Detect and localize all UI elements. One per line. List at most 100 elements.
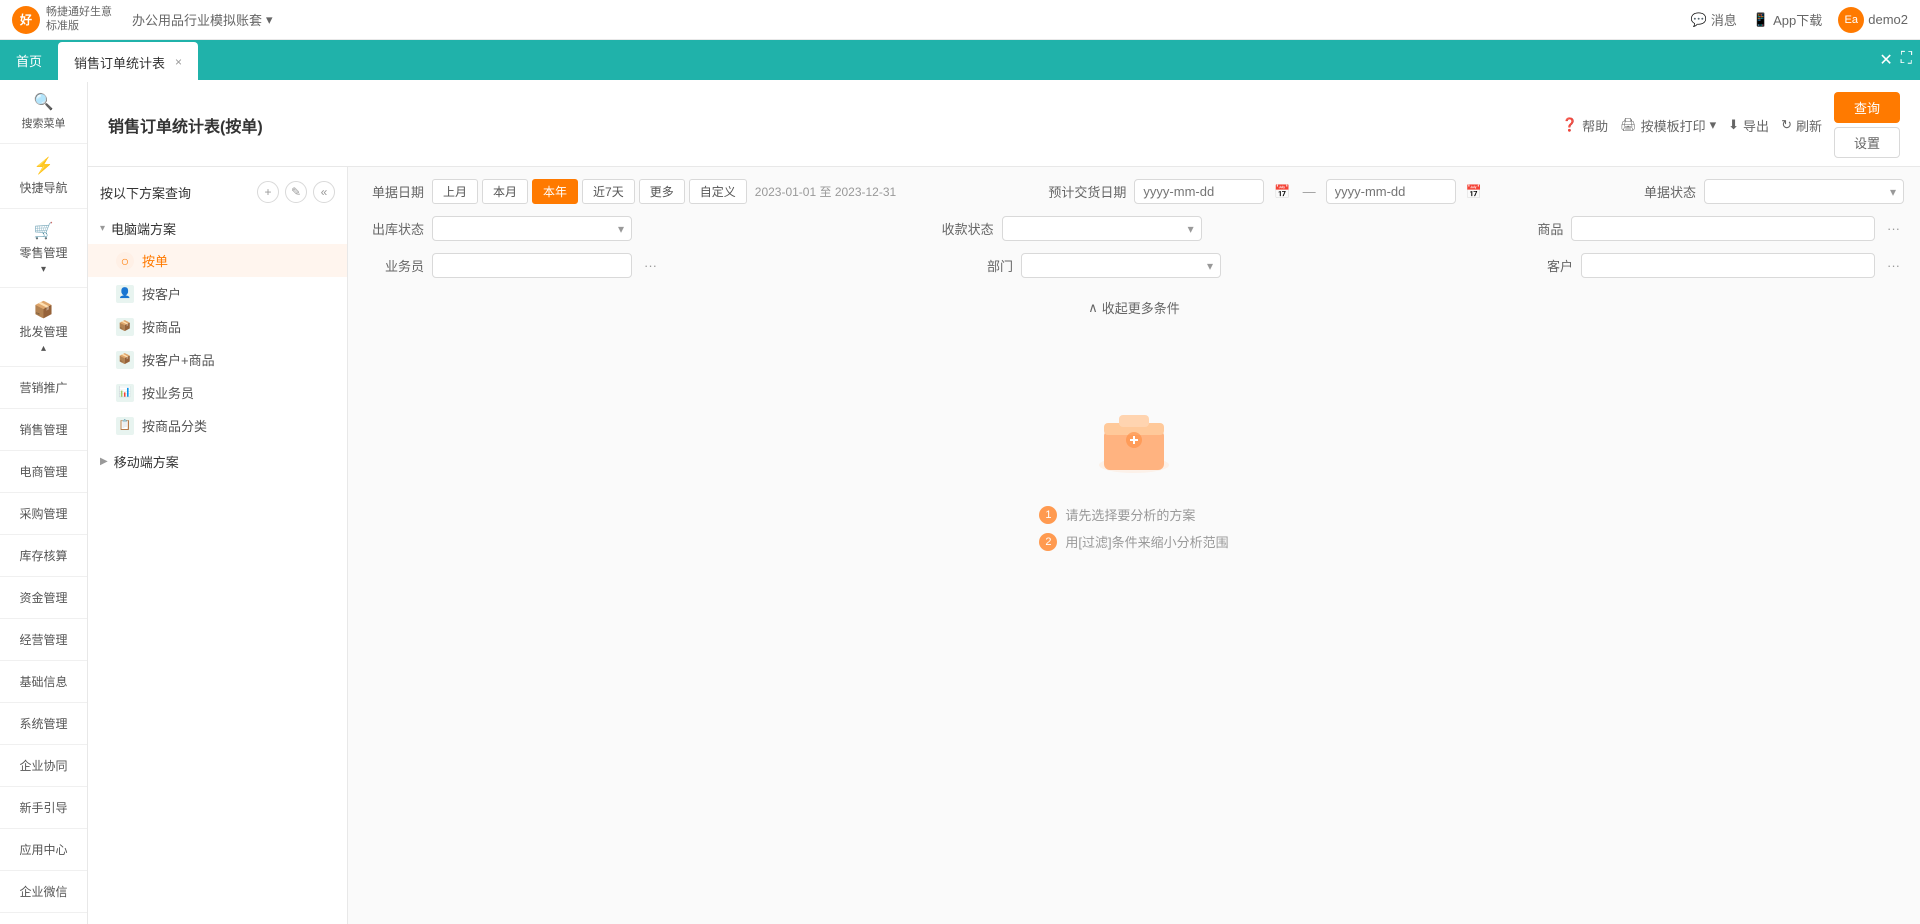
date-range-display: 2023-01-01 至 2023-12-31 <box>755 183 896 200</box>
calendar-start-icon[interactable]: 📅 <box>1274 184 1290 200</box>
app-icon: 📱 <box>1753 12 1769 28</box>
quicknav-icon: ⚡ <box>34 156 54 176</box>
top-bar: 好 畅捷通好生意 标准版 办公用品行业模拟账套 ▾ 💬 消息 📱 App下载 E… <box>0 0 1920 40</box>
sidebar-item-retail[interactable]: 🛒 零售管理 ▾ <box>0 209 87 288</box>
sidebar-item-marketing[interactable]: 营销推广 <box>0 367 87 409</box>
add-scheme-button[interactable]: + <box>257 181 279 203</box>
logo-icon: 好 <box>12 6 40 34</box>
scheme-icon-goods: 📦 <box>116 318 134 336</box>
print-button[interactable]: 🖨 按模板打印 ▾ <box>1620 116 1716 135</box>
date-btn-thisyear[interactable]: 本年 <box>532 179 578 204</box>
sidebar-search[interactable]: 🔍 帮助 搜索菜单 <box>0 80 87 144</box>
action-buttons: 查询 设置 <box>1834 92 1900 158</box>
scheme-item-by-salesperson[interactable]: 📊 按业务员 <box>88 376 347 409</box>
sidebar: 🔍 帮助 搜索菜单 ⚡ 快捷导航 🛒 零售管理 ▾ 📦 批发管理 ▴ 营销推广 … <box>0 80 88 924</box>
sidebar-item-basic[interactable]: 基础信息 <box>0 661 87 703</box>
delivery-status-label: 出库状态 <box>364 219 424 238</box>
refresh-icon: ↻ <box>1781 117 1792 133</box>
goods-input[interactable] <box>1571 216 1875 241</box>
doc-status-select[interactable] <box>1704 179 1904 204</box>
doc-status-label: 单据状态 <box>1636 182 1696 201</box>
empty-hint: 1 请先选择要分析的方案 2 用[过滤]条件来缩小分析范围 <box>1039 505 1228 559</box>
sidebar-item-member[interactable]: 畅会员 <box>0 913 87 924</box>
page-header: 销售订单统计表(按单) ❓ 帮助 🖨 按模板打印 ▾ ⬇ 导出 ↻ 刷新 <box>88 80 1920 167</box>
collapse-button[interactable]: ∧ 收起更多条件 <box>364 290 1904 325</box>
right-panel: 单据日期 上月 本月 本年 近7天 更多 自定义 2023-01-01 至 20… <box>348 167 1920 924</box>
sidebar-item-quicknav[interactable]: ⚡ 快捷导航 <box>0 144 87 209</box>
top-bar-right: 💬 消息 📱 App下载 Ea demo2 <box>1691 7 1908 33</box>
chevron-down-icon: ▾ <box>41 264 46 275</box>
empty-state: 1 请先选择要分析的方案 2 用[过滤]条件来缩小分析范围 <box>364 325 1904 619</box>
delivery-date-start[interactable] <box>1134 179 1264 204</box>
delivery-date-end[interactable] <box>1326 179 1456 204</box>
sidebar-item-apps[interactable]: 应用中心 <box>0 829 87 871</box>
tab-sales-stat[interactable]: 销售订单统计表 × <box>58 42 198 82</box>
dept-select-wrap <box>1021 253 1221 278</box>
tab-close-icon[interactable]: × <box>175 55 182 69</box>
customer-ellipsis-icon[interactable]: ··· <box>1883 258 1904 273</box>
empty-icon <box>1084 385 1184 485</box>
scheme-item-by-customer-goods[interactable]: 📦 按客户+商品 <box>88 343 347 376</box>
goods-ellipsis-icon[interactable]: ··· <box>1883 221 1904 236</box>
hint-item-1: 1 请先选择要分析的方案 <box>1039 505 1228 524</box>
date-btn-more[interactable]: 更多 <box>639 179 685 204</box>
sidebar-item-sales[interactable]: 销售管理 <box>0 409 87 451</box>
collapse-panel-button[interactable]: « <box>313 181 335 203</box>
tab-expand-icon[interactable]: ⛶ <box>1901 50 1912 70</box>
filter-row-person: 业务员 ··· 部门 客户 ··· <box>364 253 1904 278</box>
page-title: 销售订单统计表(按单) <box>108 113 263 137</box>
search-icon: 🔍 <box>34 92 54 112</box>
mobile-scheme-section[interactable]: ▶ 移动端方案 <box>88 446 347 477</box>
dept-select[interactable] <box>1021 253 1221 278</box>
payment-status-select[interactable] <box>1002 216 1202 241</box>
pc-scheme-category[interactable]: ▾ 电脑端方案 <box>88 213 347 244</box>
industry-selector[interactable]: 办公用品行业模拟账套 ▾ <box>132 10 273 29</box>
print-chevron-icon: ▾ <box>1710 117 1717 133</box>
sidebar-item-corp[interactable]: 企业协同 <box>0 745 87 787</box>
scheme-item-by-category[interactable]: 📋 按商品分类 <box>88 409 347 442</box>
sidebar-item-wholesale[interactable]: 📦 批发管理 ▴ <box>0 288 87 367</box>
delivery-status-select[interactable] <box>432 216 632 241</box>
left-panel: 按以下方案查询 + ✎ « ▾ 电脑端方案 ○ 按单 <box>88 167 348 924</box>
left-panel-header: 按以下方案查询 + ✎ « <box>88 175 347 209</box>
scheme-item-by-customer[interactable]: 👤 按客户 <box>88 277 347 310</box>
tab-close-window-icon[interactable]: ✕ <box>1879 50 1892 70</box>
user-menu[interactable]: Ea demo2 <box>1838 7 1908 33</box>
page-actions: ❓ 帮助 🖨 按模板打印 ▾ ⬇ 导出 ↻ 刷新 查询 <box>1562 92 1900 158</box>
date-btn-7days[interactable]: 近7天 <box>582 179 635 204</box>
app-download-button[interactable]: 📱 App下载 <box>1753 10 1822 29</box>
date-btn-lastmonth[interactable]: 上月 <box>432 179 478 204</box>
sidebar-item-ecommerce[interactable]: 电商管理 <box>0 451 87 493</box>
edit-scheme-button[interactable]: ✎ <box>285 181 307 203</box>
sidebar-item-operations[interactable]: 经营管理 <box>0 619 87 661</box>
help-icon: ❓ <box>1562 117 1578 133</box>
sidebar-item-system[interactable]: 系统管理 <box>0 703 87 745</box>
collapse-icon: ∧ <box>1088 300 1098 316</box>
calendar-end-icon[interactable]: 📅 <box>1466 184 1482 200</box>
message-button[interactable]: 💬 消息 <box>1691 10 1737 29</box>
date-btn-custom[interactable]: 自定义 <box>689 179 747 204</box>
sidebar-item-inventory[interactable]: 库存核算 <box>0 535 87 577</box>
delivery-status-select-wrap <box>432 216 632 241</box>
export-button[interactable]: ⬇ 导出 <box>1728 116 1769 135</box>
sidebar-item-wechat[interactable]: 企业微信 <box>0 871 87 913</box>
payment-status-select-wrap <box>1002 216 1202 241</box>
sidebar-item-newuser[interactable]: 新手引导 <box>0 787 87 829</box>
refresh-button[interactable]: ↻ 刷新 <box>1781 116 1822 135</box>
sidebar-item-purchase[interactable]: 采购管理 <box>0 493 87 535</box>
salesperson-ellipsis-icon[interactable]: ··· <box>640 258 661 273</box>
scheme-item-by-goods[interactable]: 📦 按商品 <box>88 310 347 343</box>
date-buttons: 上月 本月 本年 近7天 更多 自定义 <box>432 179 747 204</box>
help-button[interactable]: ❓ 帮助 <box>1562 116 1608 135</box>
tab-home[interactable]: 首页 <box>0 40 58 80</box>
scheme-icon-category: 📋 <box>116 417 134 435</box>
salesperson-input[interactable] <box>432 253 632 278</box>
date-btn-thismonth[interactable]: 本月 <box>482 179 528 204</box>
scheme-item-by-order[interactable]: ○ 按单 <box>88 244 347 277</box>
sidebar-item-finance[interactable]: 资金管理 <box>0 577 87 619</box>
set-button[interactable]: 设置 <box>1834 127 1900 158</box>
customer-input[interactable] <box>1581 253 1875 278</box>
query-button[interactable]: 查询 <box>1834 92 1900 123</box>
scheme-icon-order: ○ <box>116 252 134 270</box>
hint-item-2: 2 用[过滤]条件来缩小分析范围 <box>1039 532 1228 551</box>
